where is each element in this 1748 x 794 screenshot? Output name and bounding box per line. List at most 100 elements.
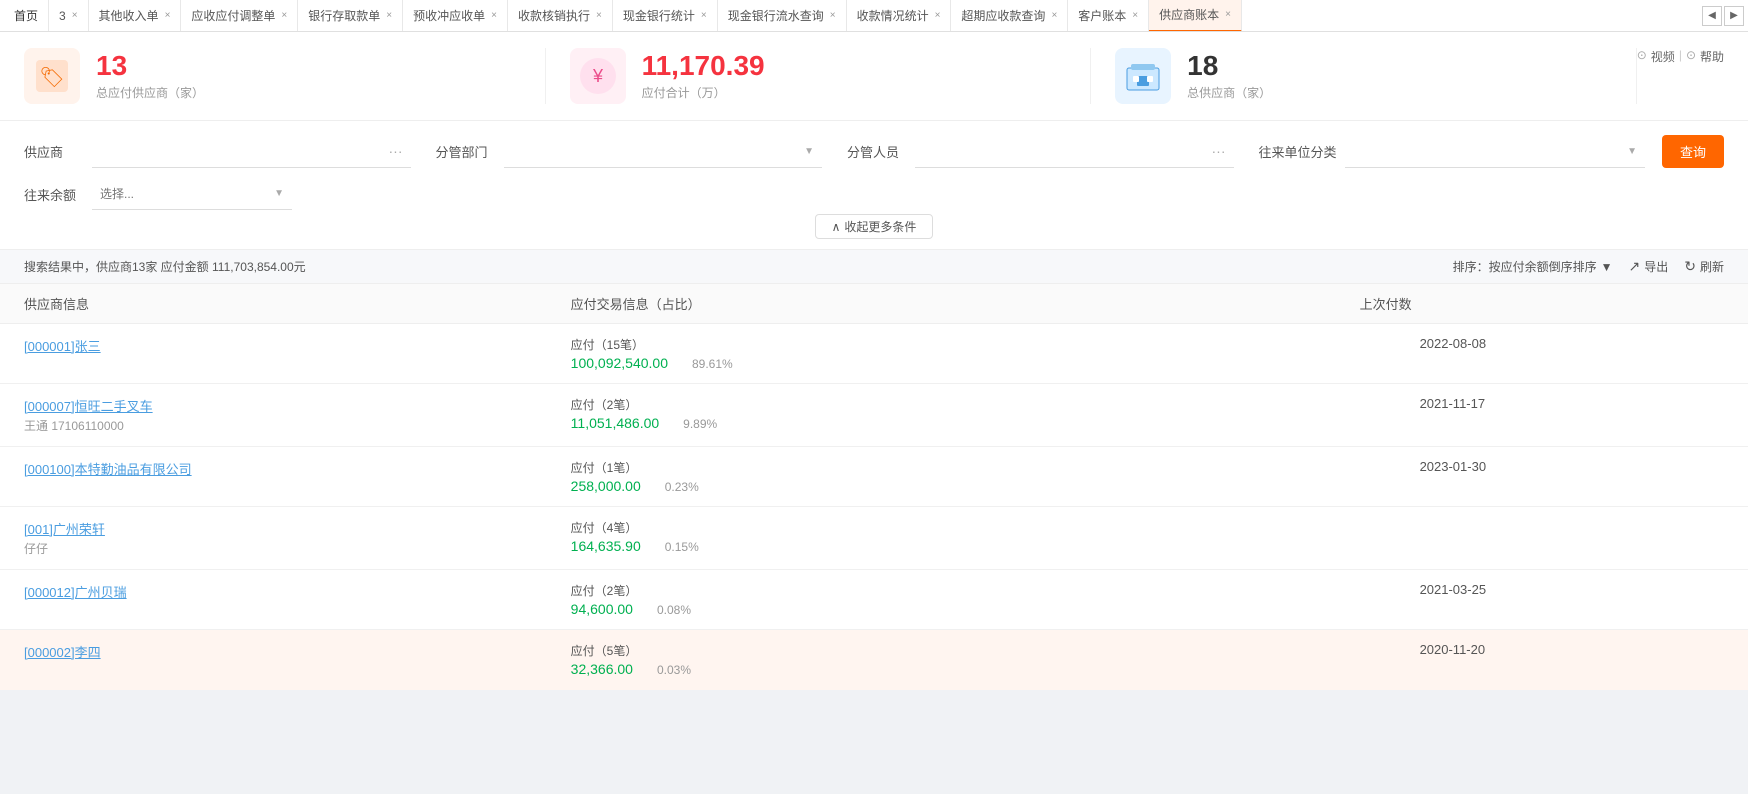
supplier-sub-3: 仔仔 [24,540,571,557]
trans-label-5: 应付（5笔） [571,642,1300,659]
nav-tab-customer-account-close[interactable]: × [1132,10,1138,21]
trans-amount-1[interactable]: 11,051,486.00 [571,415,660,431]
nav-tab-overdue-close[interactable]: × [1051,10,1057,21]
supplier-input-wrap[interactable]: ··· [92,136,411,168]
nav-home[interactable]: 首页 [4,0,49,32]
nav-tab-cash-stat[interactable]: 现金银行统计 × [613,0,718,32]
nav-tab-adjustment[interactable]: 应收应付调整单 × [181,0,298,32]
total-suppliers-number: 18 [1187,52,1271,80]
nav-tab-cash-flow-close[interactable]: × [830,10,836,21]
person-dots-icon[interactable]: ··· [1212,143,1226,159]
trans-percent-3: 0.15% [665,540,699,554]
nav-tab-supplier-account[interactable]: 供应商账本 × [1149,0,1242,32]
filter-supplier: 供应商 ··· [24,136,412,168]
sort-dropdown[interactable]: 排序：按应付余额倒序排序 ▼ [1453,258,1613,275]
nav-tab-payment-stat[interactable]: 收款情况统计 × [847,0,952,32]
trans-row-5: 32,366.00 0.03% [571,661,1300,677]
nav-tab-bank-deposit[interactable]: 银行存取款单 × [298,0,403,32]
nav-prev-arrow[interactable]: ◀ [1702,6,1722,26]
lastpay-4: 2021-03-25 [1300,582,1724,597]
supplier-input[interactable] [100,144,389,158]
lastpay-2: 2023-01-30 [1300,459,1724,474]
filter-category: 往来单位分类 ▼ [1259,136,1647,168]
search-button[interactable]: 查询 [1662,135,1724,168]
nav-tab-collection[interactable]: 收款核销执行 × [508,0,613,32]
separator: | [1679,48,1682,62]
supplier-link-3[interactable]: [001]广州荣轩 [24,519,571,538]
lastpay-date-5: 2020-11-20 [1360,642,1486,657]
supplier-sub-1: 王通 17106110000 [24,417,571,434]
summary-payable-suppliers: 🏷 13 总应付供应商（家） [24,48,546,104]
transaction-info-1: 应付（2笔） 11,051,486.00 9.89% [571,396,1300,431]
video-link[interactable]: 视频 [1651,48,1675,65]
nav-tab-adjustment-close[interactable]: × [281,10,287,21]
balance-input-wrap[interactable]: ▼ [92,178,292,210]
collapse-btn-label: 收起更多条件 [844,218,916,235]
nav-tab-supplier-account-close[interactable]: × [1225,9,1231,20]
nav-tab-cash-stat-close[interactable]: × [701,10,707,21]
category-input[interactable] [1353,144,1624,158]
nav-tab-collection-close[interactable]: × [596,10,602,21]
department-input-wrap[interactable]: ▼ [504,136,823,168]
nav-tab-other-income-close[interactable]: × [165,10,171,21]
lastpay-date-2: 2023-01-30 [1360,459,1487,474]
supplier-link-0[interactable]: [000001]张三 [24,336,571,355]
trans-amount-5[interactable]: 32,366.00 [571,661,633,677]
payable-suppliers-number: 13 [96,52,204,80]
supplier-link-2[interactable]: [000100]本特勤油品有限公司 [24,459,571,478]
lastpay-date-0: 2022-08-08 [1360,336,1487,351]
supplier-link-1[interactable]: [000007]恒旺二手叉车 [24,396,571,415]
supplier-link-4[interactable]: [000012]广州贝瑞 [24,582,571,601]
trans-row-2: 258,000.00 0.23% [571,478,1300,494]
trans-percent-0: 89.61% [692,357,733,371]
nav-tab-overdue[interactable]: 超期应收款查询 × [951,0,1068,32]
nav-tab-3-close[interactable]: × [72,10,78,21]
summary-payable-total: ¥ 11,170.39 应付合计（万） [546,48,1092,104]
export-button[interactable]: ↗ 导出 [1629,258,1669,275]
refresh-button[interactable]: ↻ 刷新 [1684,258,1724,275]
data-table: 供应商信息 应付交易信息（占比） 上次付数 [000001]张三 应付（15笔）… [0,284,1748,690]
supplier-link-5[interactable]: [000002]李四 [24,642,571,661]
supplier-info-0: [000001]张三 [24,336,571,355]
lastpay-0: 2022-08-08 [1300,336,1724,351]
nav-tab-3[interactable]: 3 × [49,0,89,32]
header-lastpay: 上次付数 [1300,294,1724,313]
svg-text:¥: ¥ [592,66,604,86]
header-supplier: 供应商信息 [24,294,571,313]
nav-tab-payment-stat-close[interactable]: × [935,10,941,21]
nav-tab-prepayment-close[interactable]: × [491,10,497,21]
trans-info-2: 应付（1笔） 258,000.00 0.23% [571,459,1300,494]
category-input-wrap[interactable]: ▼ [1345,136,1645,168]
nav-tab-customer-account[interactable]: 客户账本 × [1068,0,1149,32]
trans-percent-2: 0.23% [665,480,699,494]
balance-arrow-icon[interactable]: ▼ [274,188,284,199]
trans-amount-3[interactable]: 164,635.90 [571,538,641,554]
filter-section: 供应商 ··· 分管部门 ▼ 分管人员 ··· 往来单位分类 ▼ [0,121,1748,250]
collapse-button[interactable]: ∧ 收起更多条件 [815,214,934,239]
department-input[interactable] [512,144,801,158]
nav-tab-supplier-account-label: 供应商账本 [1159,6,1219,23]
category-filter-label: 往来单位分类 [1259,142,1337,161]
summary-payable-text: 13 总应付供应商（家） [96,52,204,101]
help-link[interactable]: 帮助 [1700,48,1724,65]
nav-tab-other-income[interactable]: 其他收入单 × [89,0,182,32]
trans-amount-2[interactable]: 258,000.00 [571,478,641,494]
trans-label-3: 应付（4笔） [571,519,1300,536]
nav-tab-bank-deposit-close[interactable]: × [386,10,392,21]
summary-total-suppliers: 18 总供应商（家） [1091,48,1637,104]
nav-next-arrow[interactable]: ▶ [1724,6,1744,26]
department-arrow-icon[interactable]: ▼ [804,146,814,157]
trans-amount-0[interactable]: 100,092,540.00 [571,355,668,371]
nav-tab-cash-flow[interactable]: 现金银行流水查询 × [718,0,847,32]
summary-bar: 🏷 13 总应付供应商（家） ¥ 11,170.39 应付合计（万） [0,32,1748,121]
chevron-up-icon: ∧ [832,220,841,234]
person-filter-label: 分管人员 [847,142,907,161]
person-input-wrap[interactable]: ··· [915,136,1234,168]
person-input[interactable] [923,144,1212,158]
filter-row-1: 供应商 ··· 分管部门 ▼ 分管人员 ··· 往来单位分类 ▼ [24,135,1724,168]
balance-input[interactable] [100,187,270,201]
nav-tab-prepayment[interactable]: 预收冲应收单 × [403,0,508,32]
category-arrow-icon[interactable]: ▼ [1627,146,1637,157]
supplier-dots-icon[interactable]: ··· [389,143,403,159]
trans-amount-4[interactable]: 94,600.00 [571,601,633,617]
